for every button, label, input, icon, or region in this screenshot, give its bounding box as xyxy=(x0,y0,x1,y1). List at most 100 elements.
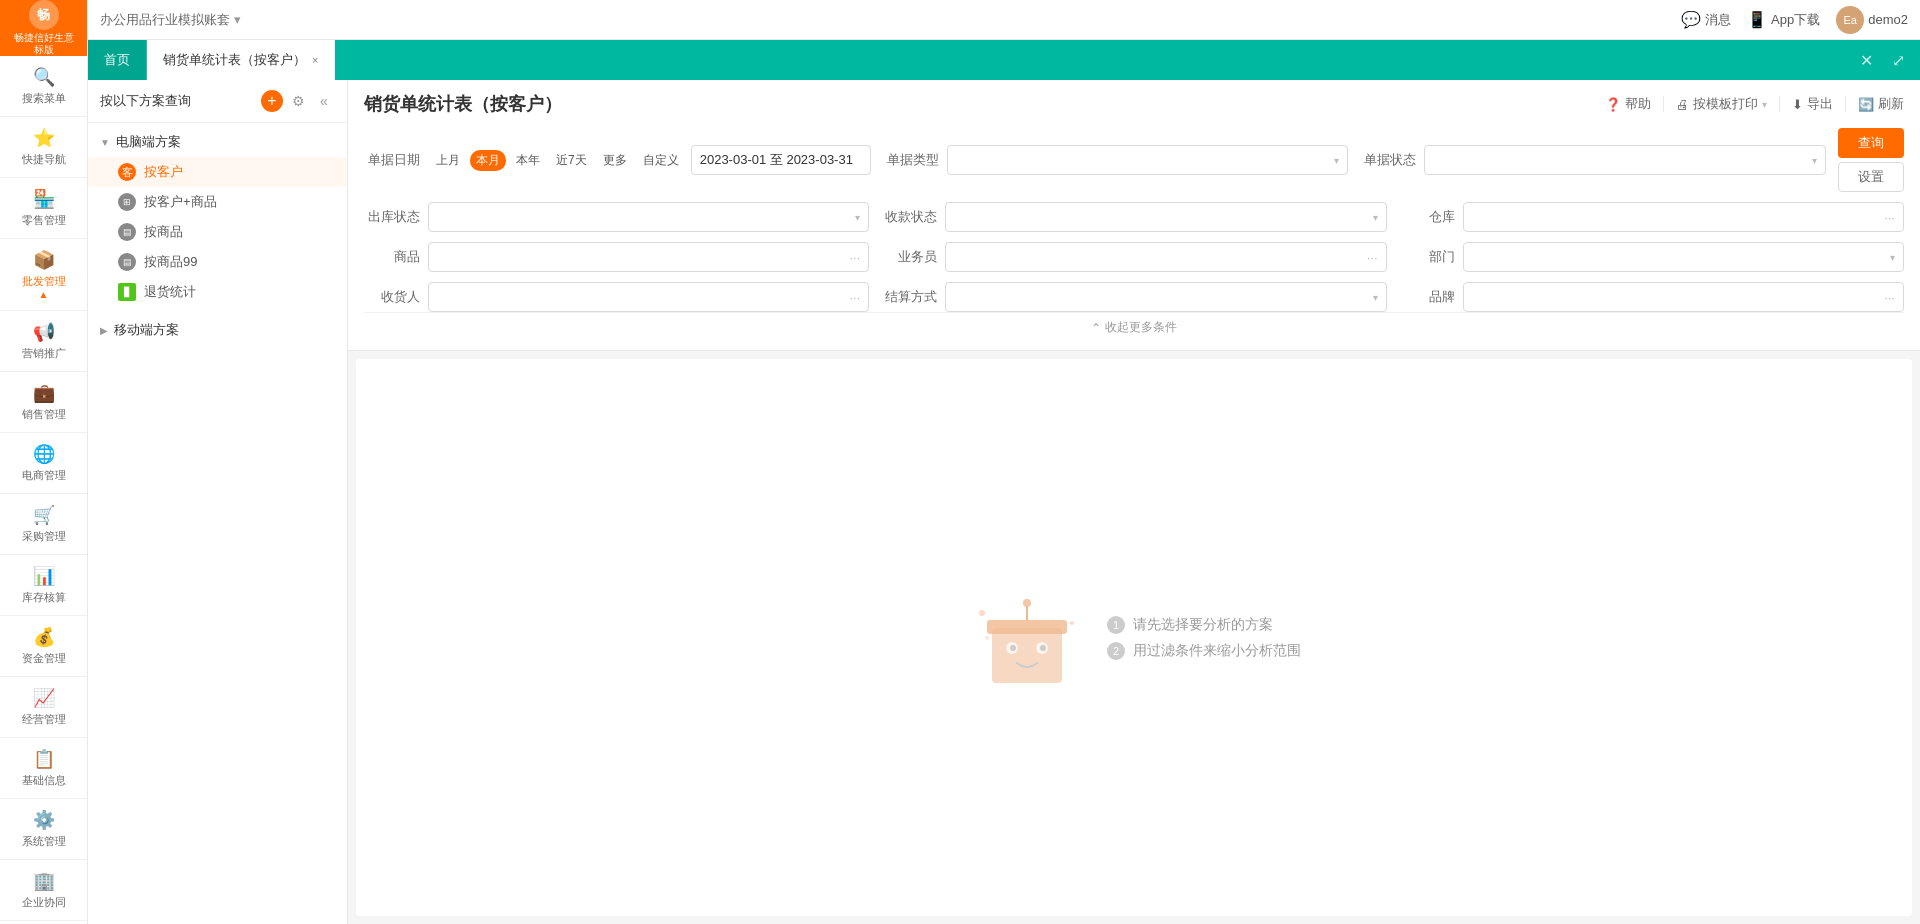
system-icon: ⚙️ xyxy=(33,809,55,831)
settlement-select[interactable]: ▾ xyxy=(945,282,1386,312)
scheme-settings-button[interactable]: ⚙ xyxy=(287,90,309,112)
breadcrumb: 办公用品行业模拟账套 ▾ xyxy=(100,11,1673,29)
sidebar-item-operations[interactable]: 📈 经营管理 xyxy=(0,677,87,738)
scheme-item-by-product[interactable]: ▤ 按商品 xyxy=(88,217,347,247)
breadcrumb-text: 办公用品行业模拟账套 xyxy=(100,11,230,29)
help-button[interactable]: ❓ 帮助 xyxy=(1605,95,1651,113)
settlement-field: 结算方式 ▾ xyxy=(881,282,1386,312)
empty-illustration xyxy=(967,578,1087,698)
refresh-label: 刷新 xyxy=(1878,95,1904,113)
collapse-bar[interactable]: ⌃ 收起更多条件 xyxy=(364,312,1904,342)
warehouse-input[interactable]: ··· xyxy=(1463,202,1904,232)
box-icon: 📦 xyxy=(33,249,55,271)
scheme-item-by-customer[interactable]: 客 按客户 xyxy=(88,157,347,187)
query-button[interactable]: 查询 xyxy=(1838,128,1904,158)
more-btn[interactable]: 更多 xyxy=(597,150,633,171)
sidebar-item-inventory[interactable]: 📊 库存核算 xyxy=(0,555,87,616)
expand-window-button[interactable]: ⤢ xyxy=(1884,46,1912,74)
sidebar-item-sales[interactable]: 💼 销售管理 xyxy=(0,372,87,433)
salesperson-input[interactable]: ··· xyxy=(945,242,1386,272)
brand-dots: ··· xyxy=(1884,290,1895,305)
last-7days-btn[interactable]: 近7天 xyxy=(550,150,593,171)
receiver-input[interactable]: ··· xyxy=(428,282,869,312)
date-range-value: 2023-03-01 至 2023-03-31 xyxy=(700,151,853,169)
page-title: 销货单统计表（按客户） xyxy=(364,92,562,116)
scheme-item-return-stat[interactable]: ▊ 退货统计 xyxy=(88,277,347,307)
tab-close-button[interactable]: × xyxy=(312,54,318,66)
scheme-item-by-customer-product[interactable]: ⊞ 按客户+商品 xyxy=(88,187,347,217)
sidebar-item-shortcut[interactable]: ⭐ 快捷导航 xyxy=(0,117,87,178)
out-status-select[interactable]: ▾ xyxy=(428,202,869,232)
sidebar-item-purchase[interactable]: 🛒 采购管理 xyxy=(0,494,87,555)
collapse-panel-button[interactable]: « xyxy=(313,90,335,112)
doc-status-select[interactable]: ▾ xyxy=(1424,145,1826,175)
sidebar-item-enterprise[interactable]: 🏢 企业协同 xyxy=(0,860,87,921)
sidebar-item-basic-label: 基础信息 xyxy=(22,773,66,788)
mobile-schemes-header[interactable]: ▶ 移动端方案 xyxy=(88,315,347,345)
query-buttons: 查询 设置 xyxy=(1838,128,1904,192)
svg-point-6 xyxy=(979,610,985,616)
refresh-button[interactable]: 🔄 刷新 xyxy=(1858,95,1904,113)
logo-abbr: 畅 xyxy=(37,6,50,24)
sidebar-item-enterprise-label: 企业协同 xyxy=(22,895,66,910)
header-actions: ❓ 帮助 🖨 按模板打印 ▾ ⬇ 导出 xyxy=(1605,95,1904,113)
right-header: 销货单统计表（按客户） ❓ 帮助 🖨 按模板打印 ▾ xyxy=(348,80,1920,351)
basic-icon: 📋 xyxy=(33,748,55,770)
tab-home[interactable]: 首页 xyxy=(88,40,147,80)
close-window-button[interactable]: ✕ xyxy=(1852,46,1880,74)
last-month-btn[interactable]: 上月 xyxy=(430,150,466,171)
doc-type-select[interactable]: ▾ xyxy=(947,145,1349,175)
user-profile[interactable]: Ea demo2 xyxy=(1836,6,1908,34)
receipt-status-arrow: ▾ xyxy=(1373,212,1378,223)
product-label: 商品 xyxy=(364,248,420,266)
sidebar-item-marketing[interactable]: 📢 营销推广 xyxy=(0,311,87,372)
warehouse-label: 仓库 xyxy=(1399,208,1455,226)
tab-sales-stat[interactable]: 销货单统计表（按客户） × xyxy=(147,40,335,80)
message-button[interactable]: 💬 消息 xyxy=(1681,10,1731,29)
department-select[interactable]: ▾ xyxy=(1463,242,1904,272)
this-month-btn[interactable]: 本月 xyxy=(470,150,506,171)
by-customer-icon: 客 xyxy=(118,163,136,181)
sidebar-item-finance[interactable]: 💰 资金管理 xyxy=(0,616,87,677)
sidebar-item-wholesale[interactable]: 📦 批发管理 ▲ xyxy=(0,239,87,311)
brand-input[interactable]: ··· xyxy=(1463,282,1904,312)
brand-field: 品牌 ··· xyxy=(1399,282,1904,312)
sales-icon: 💼 xyxy=(33,382,55,404)
settlement-label: 结算方式 xyxy=(881,288,937,306)
divider2 xyxy=(1779,96,1780,112)
marketing-icon: 📢 xyxy=(33,321,55,343)
print-icon: 🖨 xyxy=(1676,97,1689,112)
desktop-schemes-header[interactable]: ▼ 电脑端方案 xyxy=(88,127,347,157)
this-year-btn[interactable]: 本年 xyxy=(510,150,546,171)
scheme-item-by-product99[interactable]: ▤ 按商品99 xyxy=(88,247,347,277)
svg-point-4 xyxy=(1010,645,1016,651)
receipt-status-select[interactable]: ▾ xyxy=(945,202,1386,232)
app-download-button[interactable]: 📱 App下载 xyxy=(1747,10,1820,29)
sidebar-item-ecommerce[interactable]: 🌐 电商管理 xyxy=(0,433,87,494)
purchase-icon: 🛒 xyxy=(33,504,55,526)
sidebar-item-inventory-label: 库存核算 xyxy=(22,590,66,605)
export-button[interactable]: ⬇ 导出 xyxy=(1792,95,1833,113)
sidebar-item-search[interactable]: 🔍 搜索菜单 xyxy=(0,56,87,117)
print-button[interactable]: 🖨 按模板打印 ▾ xyxy=(1676,95,1767,113)
receiver-label: 收货人 xyxy=(364,288,420,306)
empty-tip-2: 2 用过滤条件来缩小分析范围 xyxy=(1107,642,1301,660)
finance-icon: 💰 xyxy=(33,626,55,648)
sidebar-item-basic[interactable]: 📋 基础信息 xyxy=(0,738,87,799)
sidebar-item-system[interactable]: ⚙️ 系统管理 xyxy=(0,799,87,860)
brand-label: 品牌 xyxy=(1399,288,1455,306)
product-input[interactable]: ··· xyxy=(428,242,869,272)
settings-button[interactable]: 设置 xyxy=(1838,162,1904,192)
breadcrumb-dropdown-icon[interactable]: ▾ xyxy=(234,12,241,27)
add-scheme-button[interactable]: + xyxy=(261,90,283,112)
warehouse-dots: ··· xyxy=(1884,210,1895,225)
expand-icon: ▲ xyxy=(39,289,49,300)
product-dots: ··· xyxy=(849,250,860,265)
sidebar-item-retail[interactable]: 🏪 零售管理 xyxy=(0,178,87,239)
date-range-input[interactable]: 2023-03-01 至 2023-03-31 xyxy=(691,145,871,175)
logo-text: 畅捷信好生意标版 xyxy=(14,32,74,56)
doc-type-label: 单据类型 xyxy=(883,151,939,169)
svg-rect-1 xyxy=(987,620,1067,634)
custom-btn[interactable]: 自定义 xyxy=(637,150,685,171)
left-panel-actions: + ⚙ « xyxy=(261,90,335,112)
